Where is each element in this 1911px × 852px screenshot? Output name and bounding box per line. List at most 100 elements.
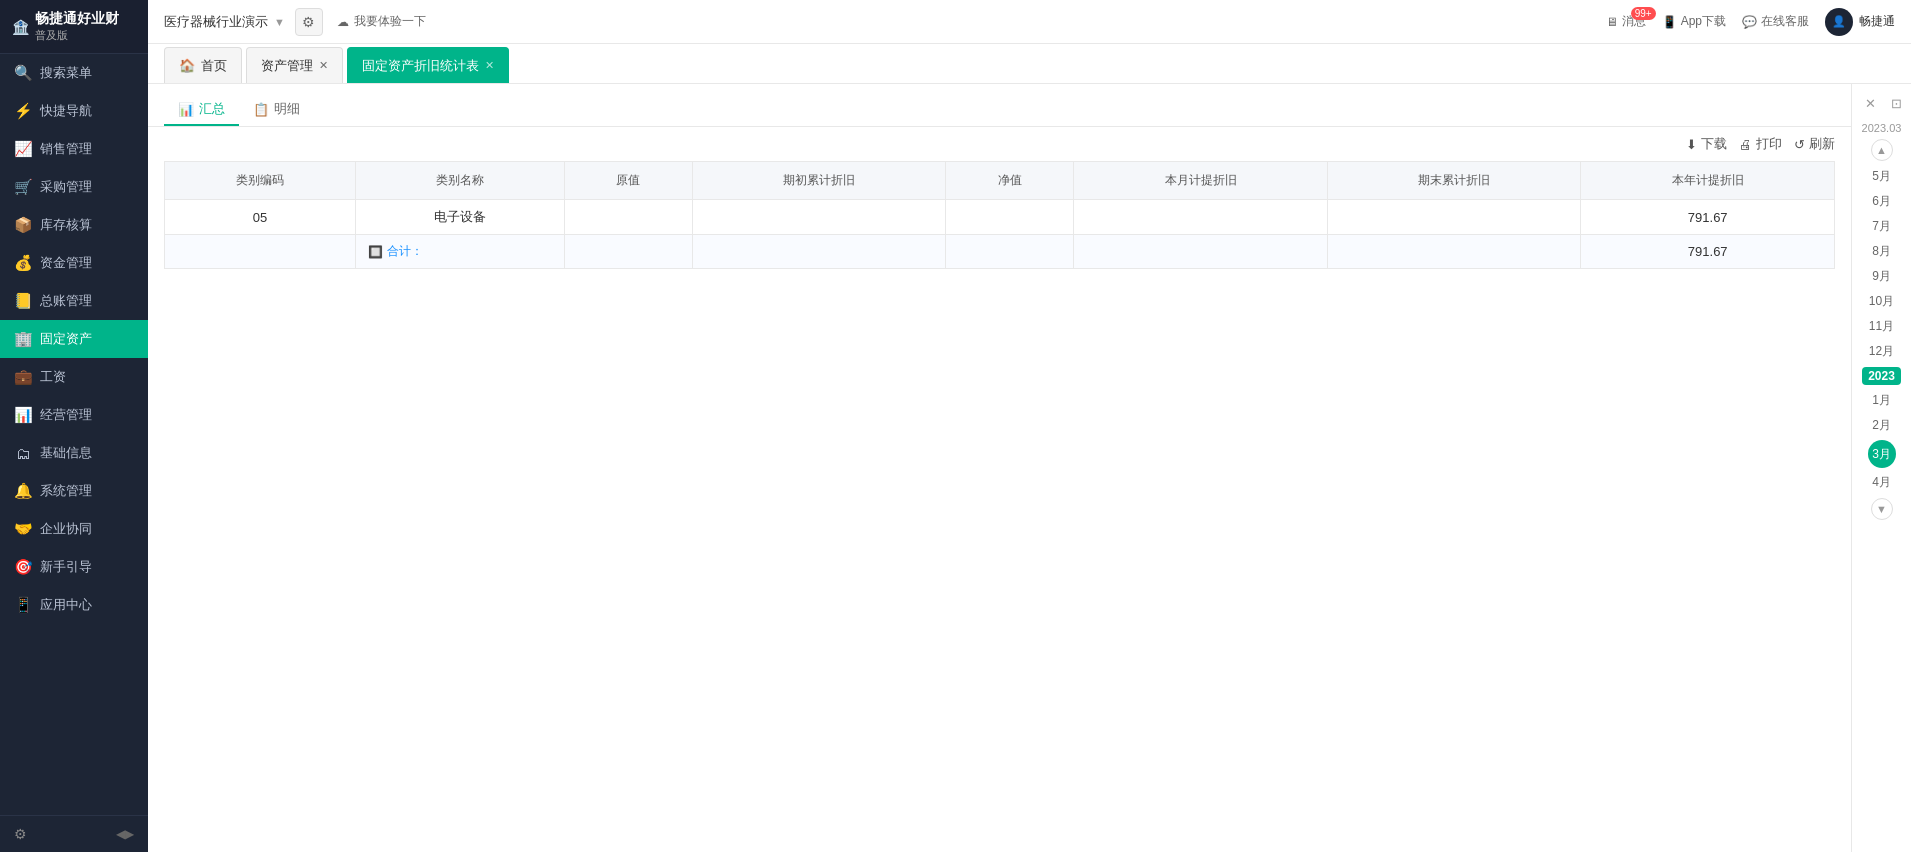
sidebar-item-operations[interactable]: 📊 经营管理	[0, 396, 148, 434]
sidebar-item-quicknav[interactable]: ⚡ 快捷导航	[0, 92, 148, 130]
tab-depreciation-table[interactable]: 固定资产折旧统计表 ✕	[347, 47, 509, 83]
month-item-1[interactable]: 1月	[1852, 388, 1911, 413]
sidebar-item-fixed-assets[interactable]: 🏢 固定资产	[0, 320, 148, 358]
sidebar-item-purchase[interactable]: 🛒 采购管理	[0, 168, 148, 206]
sidebar-item-basic-info[interactable]: 🗂 基础信息	[0, 434, 148, 472]
sidebar-item-guide[interactable]: 🎯 新手引导	[0, 548, 148, 586]
company-selector[interactable]: 医疗器械行业演示 ▼	[164, 13, 285, 31]
tabs-bar: 🏠 首页 资产管理 ✕ 固定资产折旧统计表 ✕	[148, 44, 1911, 84]
month-item-12[interactable]: 12月	[1852, 339, 1911, 364]
tab-depreciation-label: 固定资产折旧统计表	[362, 57, 479, 75]
content-main: 📊 汇总 📋 明细 ⬇ 下载 🖨 打印 ↺	[148, 84, 1851, 852]
total-ending	[1327, 235, 1581, 269]
experience-button[interactable]: ☁ 我要体验一下	[337, 13, 426, 30]
print-icon: 🖨	[1739, 137, 1752, 152]
sidebar-item-label: 固定资产	[40, 330, 92, 348]
print-button[interactable]: 🖨 打印	[1739, 135, 1782, 153]
cell-ending	[1327, 200, 1581, 235]
tab-home[interactable]: 🏠 首页	[164, 47, 242, 83]
month-item-9[interactable]: 9月	[1852, 264, 1911, 289]
depreciation-table: 类别编码 类别名称 原值 期初累计折旧 净值 本月计提折旧 期末累计折旧 本年计…	[164, 161, 1835, 269]
total-net	[946, 235, 1074, 269]
cell-beginning	[692, 200, 946, 235]
download-icon: ⬇	[1686, 137, 1697, 152]
refresh-label: 刷新	[1809, 135, 1835, 153]
sidebar-item-search[interactable]: 🔍 搜索菜单	[0, 54, 148, 92]
month-item-4[interactable]: 4月	[1852, 470, 1911, 495]
month-item-6[interactable]: 6月	[1852, 189, 1911, 214]
sidebar-item-system[interactable]: 🔔 系统管理	[0, 472, 148, 510]
enterprise-icon: 🤝	[14, 520, 32, 538]
month-item-7[interactable]: 7月	[1852, 214, 1911, 239]
tab-asset-label: 资产管理	[261, 57, 313, 75]
col-header-beginning: 期初累计折旧	[692, 162, 946, 200]
sidebar-item-payroll[interactable]: 💼 工资	[0, 358, 148, 396]
apps-icon: 📱	[14, 596, 32, 614]
col-header-original: 原值	[564, 162, 692, 200]
expand-icon: 🔲	[368, 245, 383, 259]
sales-icon: 📈	[14, 140, 32, 158]
topbar-settings-button[interactable]: ⚙	[295, 8, 323, 36]
company-name: 医疗器械行业演示	[164, 13, 268, 31]
total-beginning	[692, 235, 946, 269]
online-service-button[interactable]: 💬 在线客服	[1742, 13, 1809, 30]
inner-tab-summary-label: 汇总	[199, 100, 225, 118]
month-item-8[interactable]: 8月	[1852, 239, 1911, 264]
tab-asset-management[interactable]: 资产管理 ✕	[246, 47, 343, 83]
col-header-current-year: 本年计提折旧	[1581, 162, 1835, 200]
total-text: 合计：	[387, 243, 423, 260]
summary-icon: 📊	[178, 102, 194, 117]
panel-expand-button[interactable]: ⊡	[1885, 92, 1907, 114]
search-icon: 🔍	[14, 64, 32, 82]
basic-info-icon: 🗂	[14, 445, 32, 462]
sidebar-item-inventory[interactable]: 📦 库存核算	[0, 206, 148, 244]
app-download-label: App下载	[1681, 13, 1726, 30]
app-logo: 🏦 畅捷通好业财 普及版	[0, 0, 148, 54]
service-icon: 💬	[1742, 15, 1757, 29]
refresh-button[interactable]: ↺ 刷新	[1794, 135, 1835, 153]
system-icon: 🔔	[14, 482, 32, 500]
print-label: 打印	[1756, 135, 1782, 153]
inner-tab-detail[interactable]: 📋 明细	[239, 94, 314, 126]
sidebar-item-enterprise[interactable]: 🤝 企业协同	[0, 510, 148, 548]
operations-icon: 📊	[14, 406, 32, 424]
prev-year-button[interactable]: ▲	[1871, 139, 1893, 161]
sidebar-item-funds[interactable]: 💰 资金管理	[0, 244, 148, 282]
col-header-code: 类别编码	[165, 162, 356, 200]
total-current-month	[1074, 235, 1328, 269]
month-item-3-active[interactable]: 3月	[1868, 440, 1896, 468]
cell-name: 电子设备	[355, 200, 564, 235]
inner-tab-summary[interactable]: 📊 汇总	[164, 94, 239, 126]
month-item-10[interactable]: 10月	[1852, 289, 1911, 314]
right-panel: ✕ ⊡ 2023.03 ▲ 5月 6月 7月 8月 9月 10月 11月 12月…	[1851, 84, 1911, 852]
sidebar-item-label: 总账管理	[40, 292, 92, 310]
tab-asset-close[interactable]: ✕	[319, 59, 328, 72]
sidebar-item-apps[interactable]: 📱 应用中心	[0, 586, 148, 624]
sidebar-item-label: 经营管理	[40, 406, 92, 424]
download-button[interactable]: ⬇ 下载	[1686, 135, 1727, 153]
payroll-icon: 💼	[14, 368, 32, 386]
message-button[interactable]: 🖥 消息 99+	[1606, 13, 1646, 30]
cell-net	[946, 200, 1074, 235]
tab-depreciation-close[interactable]: ✕	[485, 59, 494, 72]
app-name: 畅捷通好业财	[35, 10, 119, 28]
panel-close-button[interactable]: ✕	[1859, 92, 1881, 114]
user-profile[interactable]: 👤 畅捷通	[1825, 8, 1895, 36]
message-icon: 🖥	[1606, 15, 1618, 29]
month-item-5[interactable]: 5月	[1852, 164, 1911, 189]
topbar: 医疗器械行业演示 ▼ ⚙ ☁ 我要体验一下 🖥 消息 99+ 📱 App下载 💬…	[148, 0, 1911, 44]
sidebar-item-label: 采购管理	[40, 178, 92, 196]
total-empty	[165, 235, 356, 269]
main-area: 医疗器械行业演示 ▼ ⚙ ☁ 我要体验一下 🖥 消息 99+ 📱 App下载 💬…	[148, 0, 1911, 852]
next-year-button[interactable]: ▼	[1871, 498, 1893, 520]
month-item-2[interactable]: 2月	[1852, 413, 1911, 438]
month-item-11[interactable]: 11月	[1852, 314, 1911, 339]
settings-bottom-icon[interactable]: ⚙	[14, 826, 27, 842]
sidebar-item-sales[interactable]: 📈 销售管理	[0, 130, 148, 168]
app-download-button[interactable]: 📱 App下载	[1662, 13, 1726, 30]
total-current-year: 791.67	[1581, 235, 1835, 269]
collapse-icon[interactable]: ◀▶	[116, 827, 134, 841]
sidebar-item-ledger[interactable]: 📒 总账管理	[0, 282, 148, 320]
app-version: 普及版	[35, 28, 119, 43]
home-icon: 🏠	[179, 58, 195, 73]
